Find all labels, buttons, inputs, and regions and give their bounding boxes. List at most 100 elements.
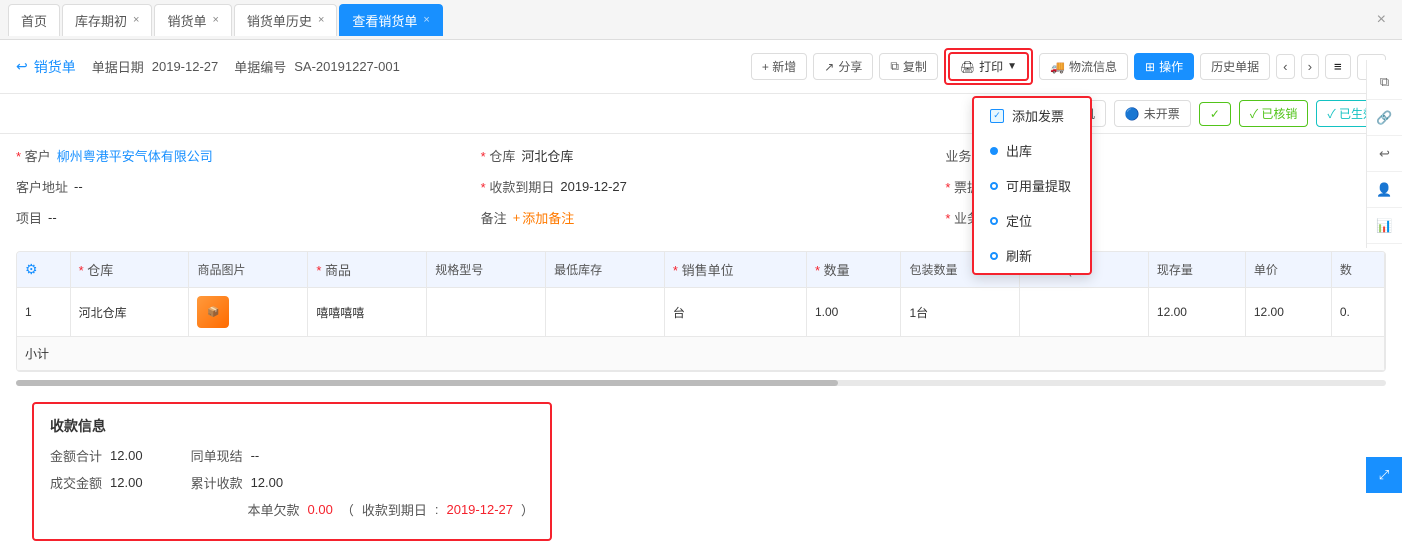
close-tab-inventory[interactable]: × (133, 14, 139, 26)
outbound-item[interactable]: 出库 (974, 133, 1090, 168)
check-button[interactable]: ✓ (1199, 102, 1231, 126)
payment-title: 收款信息 (50, 416, 534, 436)
col-price: 单价 (1245, 252, 1331, 288)
prev-button[interactable]: ‹ (1276, 54, 1294, 79)
locate-item[interactable]: 定位 (974, 203, 1090, 238)
sidebar-expand-button[interactable]: ⤢ (1366, 457, 1402, 493)
colon: : (435, 502, 439, 517)
row-spec (427, 288, 546, 337)
same-order-field: 同单现结 -- (191, 446, 260, 465)
col-warehouse: 仓库 (70, 252, 189, 288)
warehouse-value: 河北仓库 (521, 146, 573, 165)
same-order-value: -- (251, 448, 260, 463)
tab-home[interactable]: 首页 (8, 4, 60, 36)
print-icon: 🖨 (960, 60, 975, 74)
form-row-2: 客户地址 -- 收款到期日 2019-12-27 票据类型 不开票 (16, 177, 1386, 196)
next-button[interactable]: › (1301, 54, 1319, 79)
tab-sales-order[interactable]: 销货单 × (154, 4, 231, 36)
tab-bar: 首页 库存期初 × 销货单 × 销货单历史 × 查看销货单 × × (0, 0, 1402, 40)
due-date-label: 收款到期日 (362, 500, 427, 519)
doc-header: ↩ 销货单 单据日期 2019-12-27 单据编号 SA-20191227-0… (0, 40, 1402, 94)
product-table-container: ⚙ 仓库 商品图片 商品 规格型号 最低库存 销售单位 数量 包装数量 可用量 … (16, 251, 1386, 372)
amount-field: 金额合计 12.00 (50, 446, 143, 465)
sidebar-refresh-icon[interactable]: ↩ (1367, 136, 1402, 172)
project-label: 项目 (16, 208, 42, 227)
copy-button[interactable]: ⧉ 复制 (879, 53, 938, 80)
deal-amount-field: 成交金额 12.00 (50, 473, 143, 492)
customer-field: 客户 柳州粤港平安气体有限公司 (16, 146, 457, 165)
payment-section-wrapper: 收款信息 金额合计 12.00 同单现结 -- 成交金额 12.00 累计收款 (0, 386, 1402, 557)
row-product: 嘻嘻嘻嘻 (308, 288, 427, 337)
history-button[interactable]: 历史单据 (1200, 53, 1270, 80)
add-note-button[interactable]: + 添加备注 (513, 208, 575, 227)
logistics-button[interactable]: 🚚 物流信息 (1039, 53, 1128, 80)
add-invoice-item[interactable]: ✓ 添加发票 (974, 98, 1090, 133)
sales-order-icon: ↩ (16, 58, 28, 75)
col-stock: 现存量 (1148, 252, 1245, 288)
main-content: ↩ 销货单 单据日期 2019-12-27 单据编号 SA-20191227-0… (0, 40, 1402, 557)
row-img: 📦 (189, 288, 308, 337)
sold-button[interactable]: ✓ 已核销 (1239, 100, 1309, 127)
sidebar-user-icon[interactable]: 👤 (1367, 172, 1402, 208)
print-button-highlight: 🖨 打印 ▼ (944, 48, 1033, 85)
subtotal-row: 小计 (17, 337, 1385, 371)
settings-icon[interactable]: ⚙ (25, 261, 38, 277)
row-seq: 1 (17, 288, 70, 337)
amount-value: 12.00 (110, 448, 143, 463)
sidebar-link-icon[interactable]: 🔗 (1367, 100, 1402, 136)
form-row-1: 客户 柳州粤港平安气体有限公司 仓库 河北仓库 业务员 演示账号 (16, 146, 1386, 165)
circle-outline-icon-2 (990, 217, 998, 225)
close-window-button[interactable]: × (1369, 7, 1394, 33)
deal-amount-label: 成交金额 (50, 473, 102, 492)
circle-outline-icon-3 (990, 252, 998, 260)
payment-row-2: 成交金额 12.00 累计收款 12.00 (50, 473, 534, 492)
outbound-label: 出库 (1006, 141, 1032, 160)
tab-view-sales[interactable]: 查看销货单 × (339, 4, 442, 36)
cumulative-label: 累计收款 (191, 473, 243, 492)
doc-number-label: 单据编号 SA-20191227-001 (234, 57, 400, 76)
payment-date-field: 收款到期日 2019-12-27 (481, 177, 922, 196)
row-stock: 12.00 (1148, 288, 1245, 337)
close-tab-sales-order[interactable]: × (212, 14, 218, 26)
current-debt-field: 本单欠款 0.00 （ 收款到期日 : 2019-12-27 ） (248, 500, 535, 519)
avail-extract-label: 可用量提取 (1006, 176, 1071, 195)
avail-extract-item[interactable]: 可用量提取 (974, 168, 1090, 203)
tab-inventory-init[interactable]: 库存期初 × (62, 4, 152, 36)
doc-meta: 单据日期 2019-12-27 单据编号 SA-20191227-001 (92, 57, 400, 76)
not-open-button[interactable]: 🔵 未开票 (1114, 100, 1191, 127)
sidebar-copy-icon[interactable]: ⧉ (1367, 64, 1402, 100)
cumulative-field: 累计收款 12.00 (191, 473, 284, 492)
view-list-button[interactable]: ≡ (1325, 54, 1351, 79)
row-min-stock (546, 288, 665, 337)
operate-button[interactable]: ⊞ 操作 (1134, 53, 1194, 80)
ticket-icon: 🔵 (1125, 107, 1140, 121)
plus-icon: + (513, 210, 521, 225)
sub-action-bar: 📱 来自手机 🔵 未开票 ✓ ✓ 已核销 ✓ 已生效 (0, 94, 1402, 134)
col-settings[interactable]: ⚙ (17, 252, 70, 288)
col-amount: 数 (1331, 252, 1384, 288)
amount-label: 金额合计 (50, 446, 102, 465)
refresh-item[interactable]: 刷新 (974, 238, 1090, 273)
share-icon: ↗ (824, 60, 834, 74)
customer-value[interactable]: 柳州粤港平安气体有限公司 (57, 146, 213, 165)
customer-label: 客户 (16, 146, 51, 165)
subtotal-label: 小计 (17, 337, 1385, 371)
row-quantity: 1.00 (806, 288, 901, 337)
effective-check-icon: ✓ (1327, 107, 1335, 121)
close-tab-view-sales[interactable]: × (423, 14, 429, 26)
row-avail (1020, 288, 1149, 337)
new-button[interactable]: + 新增 (751, 53, 807, 80)
address-field: 客户地址 -- (16, 177, 457, 196)
doc-type-label: 销货单 (34, 57, 76, 77)
payment-date-label: 收款到期日 (481, 177, 555, 196)
print-button[interactable]: 🖨 打印 ▼ (948, 52, 1029, 81)
row-price: 12.00 (1245, 288, 1331, 337)
payment-date-value: 2019-12-27 (560, 179, 627, 194)
doc-type-title: ↩ 销货单 (16, 57, 76, 77)
close-tab-sales-history[interactable]: × (318, 14, 324, 26)
check-icon: ✓ (1210, 107, 1220, 121)
share-button[interactable]: ↗ 分享 (813, 53, 873, 80)
right-sidebar: ⧉ 🔗 ↩ 👤 📊 (1366, 60, 1402, 248)
sidebar-chart-icon[interactable]: 📊 (1367, 208, 1402, 244)
tab-sales-history[interactable]: 销货单历史 × (234, 4, 337, 36)
